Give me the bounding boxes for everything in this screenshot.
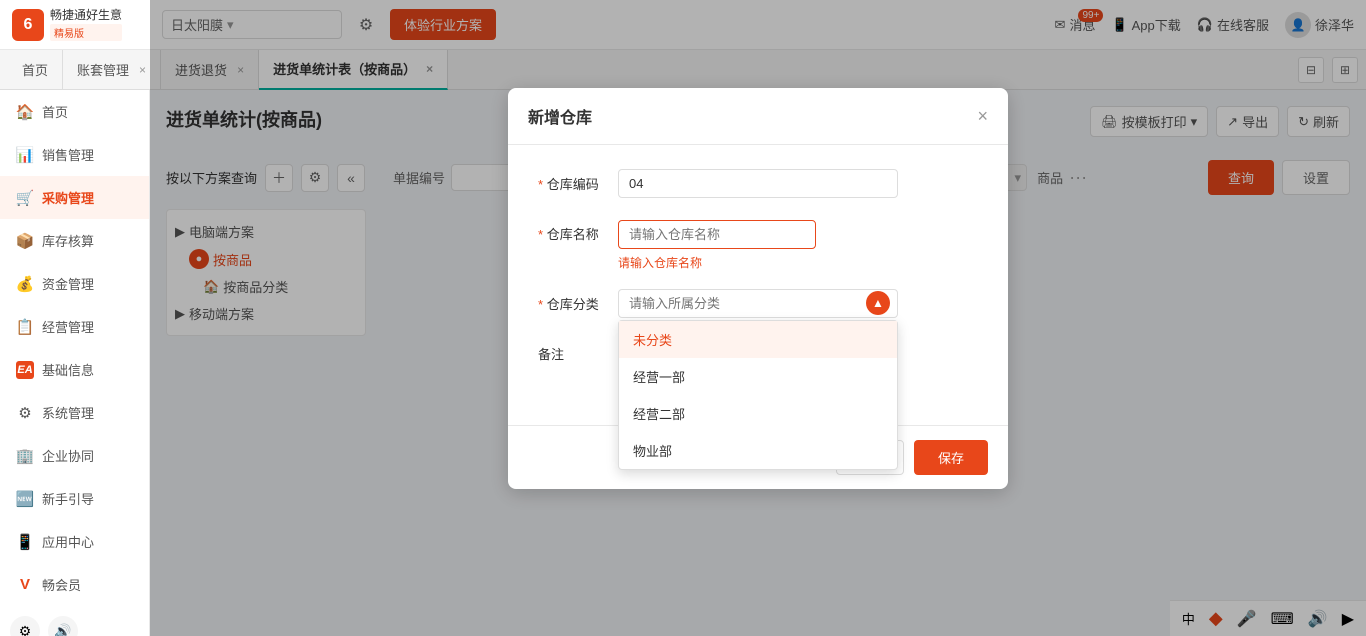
category-dropdown-toggle[interactable]: ▲ <box>866 291 890 315</box>
sidebar-item-sales[interactable]: 📊 销售管理 <box>0 133 149 176</box>
sidebar-item-purchase-label: 采购管理 <box>42 188 94 207</box>
modal-close-btn[interactable]: × <box>977 107 988 125</box>
sidebar-settings-btn[interactable]: ⚙ <box>10 616 40 636</box>
operations-icon: 📋 <box>16 318 34 336</box>
modal-body: * 仓库编码 * 仓库名称 请输入仓库名称 <box>508 145 1008 425</box>
home-icon: 🏠 <box>16 103 34 121</box>
tab-accounts[interactable]: 账套管理 × <box>63 50 161 90</box>
category-dropdown-list: 未分类 经营一部 经营二部 物业部 <box>618 320 898 470</box>
sidebar-bottom: ⚙ 🔊 <box>0 606 149 636</box>
category-field-row: * 仓库分类 ▲ 未分类 经营一部 经营二部 物业部 <box>538 289 978 321</box>
sidebar-item-home-label: 首页 <box>42 102 68 121</box>
sidebar-item-appcenter-label: 应用中心 <box>42 532 94 551</box>
modal-header: 新增仓库 × <box>508 88 1008 145</box>
app-name: 畅捷通好生意 <box>50 8 122 24</box>
sidebar-item-sales-label: 销售管理 <box>42 145 94 164</box>
category-option-dept2[interactable]: 经营二部 <box>619 395 897 432</box>
sidebar-item-inventory[interactable]: 📦 库存核算 <box>0 219 149 262</box>
category-dropdown-wrapper: ▲ 未分类 经营一部 经营二部 物业部 <box>618 289 898 318</box>
category-required-mark: * <box>538 297 543 312</box>
category-input[interactable] <box>618 289 898 318</box>
name-label: * 仓库名称 <box>538 219 618 251</box>
save-btn[interactable]: 保存 <box>914 440 988 475</box>
code-required-mark: * <box>538 177 543 192</box>
category-option-dept1[interactable]: 经营一部 <box>619 358 897 395</box>
sidebar: 🏠 首页 📊 销售管理 🛒 采购管理 📦 库存核算 💰 资金管理 📋 经营管理 … <box>0 90 150 636</box>
modal-title: 新增仓库 <box>528 104 592 128</box>
category-label: * 仓库分类 <box>538 289 618 321</box>
modal-overlay[interactable]: 新增仓库 × * 仓库编码 * 仓库名称 <box>150 0 1366 636</box>
sidebar-item-system[interactable]: ⚙ 系统管理 <box>0 391 149 434</box>
category-option-dept3[interactable]: 物业部 <box>619 432 897 469</box>
sidebar-item-purchase[interactable]: 🛒 采购管理 <box>0 176 149 219</box>
sidebar-collapse-btn[interactable]: 🔊 <box>48 616 78 636</box>
name-field-row: * 仓库名称 请输入仓库名称 <box>538 219 978 271</box>
name-input[interactable] <box>618 220 816 249</box>
code-field-row: * 仓库编码 <box>538 169 978 201</box>
category-option-none[interactable]: 未分类 <box>619 321 897 358</box>
tab-home-label: 首页 <box>22 60 48 79</box>
enterprise-icon: 🏢 <box>16 447 34 465</box>
sidebar-item-finance[interactable]: 💰 资金管理 <box>0 262 149 305</box>
code-label: * 仓库编码 <box>538 169 618 201</box>
sidebar-item-inventory-label: 库存核算 <box>42 231 94 250</box>
notes-label: 备注 <box>538 339 618 371</box>
logo-area: 6 畅捷通好生意 精易版 <box>12 8 162 41</box>
sidebar-item-basic-label: 基础信息 <box>42 360 94 379</box>
sidebar-item-vip-label: 畅会员 <box>42 575 81 594</box>
sidebar-item-home[interactable]: 🏠 首页 <box>0 90 149 133</box>
logo-icon: 6 <box>12 9 44 41</box>
sidebar-item-system-label: 系统管理 <box>42 403 94 422</box>
sidebar-item-operations[interactable]: 📋 经营管理 <box>0 305 149 348</box>
sidebar-item-appcenter[interactable]: 📱 应用中心 <box>0 520 149 563</box>
vip-icon: V <box>16 576 34 594</box>
app-edition: 精易版 <box>50 24 122 41</box>
basic-icon: EA <box>16 361 34 379</box>
finance-icon: 💰 <box>16 275 34 293</box>
sidebar-item-enterprise[interactable]: 🏢 企业协同 <box>0 434 149 477</box>
appcenter-icon: 📱 <box>16 533 34 551</box>
tab-accounts-label: 账套管理 <box>77 60 129 79</box>
sidebar-item-enterprise-label: 企业协同 <box>42 446 94 465</box>
sidebar-item-guide[interactable]: 🆕 新手引导 <box>0 477 149 520</box>
sidebar-item-finance-label: 资金管理 <box>42 274 94 293</box>
purchase-icon: 🛒 <box>16 189 34 207</box>
add-warehouse-modal: 新增仓库 × * 仓库编码 * 仓库名称 <box>508 88 1008 489</box>
tab-accounts-close[interactable]: × <box>139 63 146 77</box>
guide-icon: 🆕 <box>16 490 34 508</box>
system-icon: ⚙ <box>16 404 34 422</box>
sales-icon: 📊 <box>16 146 34 164</box>
sidebar-item-operations-label: 经营管理 <box>42 317 94 336</box>
sidebar-item-basic[interactable]: EA 基础信息 <box>0 348 149 391</box>
sidebar-item-guide-label: 新手引导 <box>42 489 94 508</box>
code-input[interactable] <box>618 169 898 198</box>
inventory-icon: 📦 <box>16 232 34 250</box>
sidebar-item-vip[interactable]: V 畅会员 <box>0 563 149 606</box>
name-error-tip: 请输入仓库名称 <box>618 256 702 270</box>
name-required-mark: * <box>538 227 543 242</box>
tab-home[interactable]: 首页 <box>8 50 63 90</box>
